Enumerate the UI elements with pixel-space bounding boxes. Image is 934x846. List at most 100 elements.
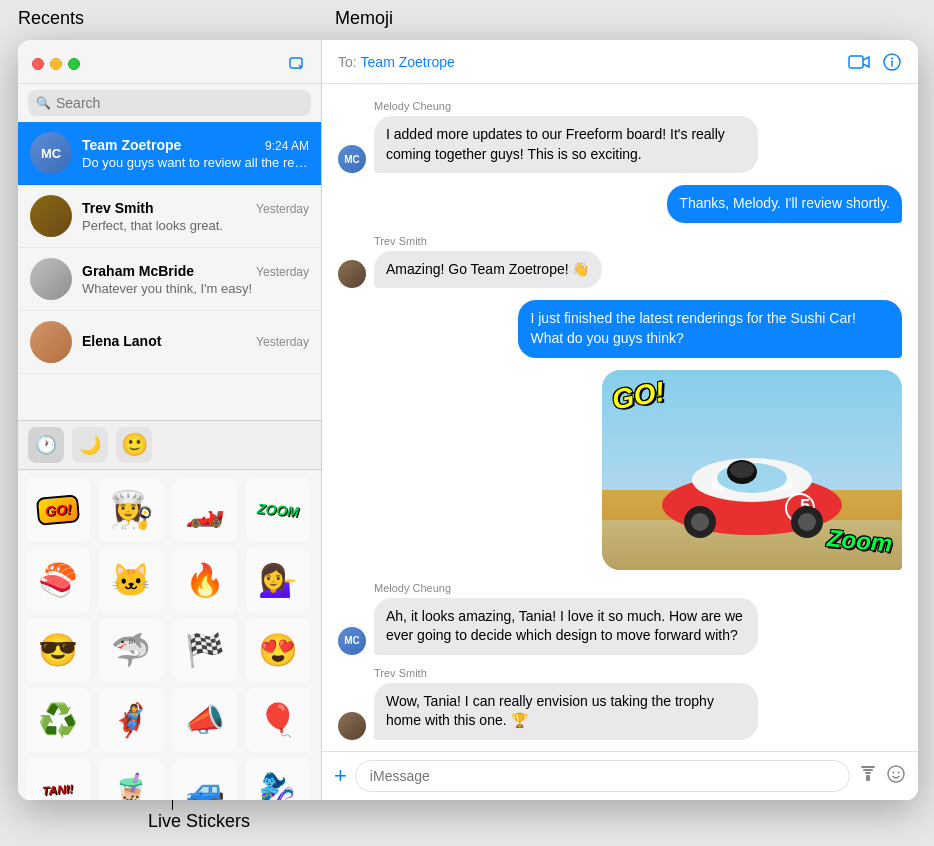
sticker-tab-moon[interactable]: 🌙: [72, 427, 108, 463]
sticker-tab-recents[interactable]: 🕐: [28, 427, 64, 463]
sender-name-trev2: Trev Smith: [374, 667, 902, 679]
sticker-memoji-genie[interactable]: 🧞‍♀️: [246, 758, 310, 800]
live-stickers-label: Live Stickers: [148, 811, 250, 832]
emoji-button[interactable]: [886, 764, 906, 789]
svg-rect-1: [849, 56, 863, 68]
message-row-outgoing: I just finished the latest renderings fo…: [338, 300, 902, 357]
sticker-memoji-hero[interactable]: 🦸‍♀️: [99, 688, 163, 752]
left-panel: 🔍 MC Team Zoetrope 9:24 AM Do you guys w…: [18, 40, 322, 800]
avatar-elena-lanot: [30, 321, 72, 363]
search-bar: 🔍: [18, 84, 321, 122]
svg-rect-17: [861, 766, 875, 768]
sticker-checkered-flag[interactable]: 🏁: [173, 618, 237, 682]
message-row: Wow, Tania! I can really envision us tak…: [338, 683, 902, 740]
sushi-car-image: 5 GO! Zoom: [602, 370, 902, 570]
conversation-item-trev-smith[interactable]: Trev Smith Yesterday Perfect, that looks…: [18, 185, 321, 248]
svg-rect-18: [863, 769, 873, 771]
app-window: 🔍 MC Team Zoetrope 9:24 AM Do you guys w…: [18, 40, 918, 800]
sticker-memoji-selfie[interactable]: 💁‍♀️: [246, 548, 310, 612]
sticker-memoji-1[interactable]: 👩‍🍳: [99, 478, 163, 542]
sticker-sunglasses[interactable]: 😎: [26, 618, 90, 682]
conversation-item-graham-mcbride[interactable]: Graham McBride Yesterday Whatever you th…: [18, 248, 321, 311]
sticker-boba[interactable]: 🧋: [99, 758, 163, 800]
avatar-team-zoetrope: MC: [30, 132, 72, 174]
conv-name: Team Zoetrope: [82, 137, 181, 153]
message-group-2: Thanks, Melody. I'll review shortly.: [338, 185, 902, 223]
audio-button[interactable]: [858, 764, 878, 789]
bubble-outgoing: Thanks, Melody. I'll review shortly.: [667, 185, 902, 223]
compose-button[interactable]: [285, 53, 307, 75]
add-attachment-button[interactable]: +: [334, 763, 347, 789]
conv-content: Team Zoetrope 9:24 AM Do you guys want t…: [82, 137, 309, 170]
sticker-zoom[interactable]: ZOOM: [246, 478, 310, 542]
sticker-tab-memoji[interactable]: 🙂: [116, 427, 152, 463]
svg-rect-19: [865, 772, 871, 774]
conv-time: Yesterday: [256, 202, 309, 216]
bubble-incoming: Wow, Tania! I can really envision us tak…: [374, 683, 758, 740]
message-avatar-ts: [338, 260, 366, 288]
message-avatar-mc: MC: [338, 145, 366, 173]
svg-point-21: [888, 766, 904, 782]
video-call-button[interactable]: [848, 54, 870, 70]
chat-title-bar: To: Team Zoetrope: [322, 40, 918, 84]
minimize-button[interactable]: [50, 58, 62, 70]
conv-name: Graham McBride: [82, 263, 194, 279]
conv-content: Elena Lanot Yesterday: [82, 333, 309, 351]
memoji-label: Memoji: [335, 8, 393, 29]
message-row: MC Ah, it looks amazing, Tania! I love i…: [338, 598, 902, 655]
message-row-image: 5 GO! Zoom: [338, 370, 902, 570]
sticker-race-car[interactable]: 🏎️: [173, 478, 237, 542]
svg-point-16: [798, 513, 816, 531]
svg-rect-20: [866, 775, 870, 781]
sticker-flame[interactable]: 🔥: [173, 548, 237, 612]
svg-point-23: [898, 771, 900, 773]
avatar-graham-mcbride: [30, 258, 72, 300]
sticker-foam-finger[interactable]: 📣: [173, 688, 237, 752]
right-panel: To: Team Zoetrope: [322, 40, 918, 800]
message-input[interactable]: [355, 760, 850, 792]
conversation-list: MC Team Zoetrope 9:24 AM Do you guys wan…: [18, 122, 321, 420]
conversation-item-elena-lanot[interactable]: Elena Lanot Yesterday: [18, 311, 321, 374]
conv-content: Graham McBride Yesterday Whatever you th…: [82, 263, 309, 296]
svg-point-22: [893, 771, 895, 773]
sticker-recycle[interactable]: ♻️: [26, 688, 90, 752]
sticker-balloon[interactable]: 🎈: [246, 688, 310, 752]
conv-time: Yesterday: [256, 335, 309, 349]
message-group-4: I just finished the latest renderings fo…: [338, 300, 902, 357]
close-button[interactable]: [32, 58, 44, 70]
sticker-cat[interactable]: 🐱: [99, 548, 163, 612]
sticker-tani[interactable]: TANI!: [26, 758, 90, 800]
message-row-outgoing: Thanks, Melody. I'll review shortly.: [338, 185, 902, 223]
bubble-incoming: I added more updates to our Freeform boa…: [374, 116, 758, 173]
message-row: Amazing! Go Team Zoetrope! 👋: [338, 251, 902, 289]
info-button[interactable]: [882, 52, 902, 72]
message-avatar-mc2: MC: [338, 627, 366, 655]
conv-preview: Whatever you think, I'm easy!: [82, 281, 309, 296]
search-input[interactable]: [28, 90, 311, 116]
to-name[interactable]: Team Zoetrope: [361, 54, 455, 70]
sticker-car[interactable]: 🚙: [173, 758, 237, 800]
message-avatar-ts2: [338, 712, 366, 740]
messages-area: Melody Cheung MC I added more updates to…: [322, 84, 918, 751]
zoom-sticker: Zoom: [826, 524, 894, 558]
conversation-item-team-zoetrope[interactable]: MC Team Zoetrope 9:24 AM Do you guys wan…: [18, 122, 321, 185]
sticker-sushi[interactable]: 🍣: [26, 548, 90, 612]
message-group-3: Trev Smith Amazing! Go Team Zoetrope! 👋: [338, 235, 902, 289]
sender-name: Melody Cheung: [374, 100, 902, 112]
sticker-shark[interactable]: 🦈: [99, 618, 163, 682]
chat-recipient: To: Team Zoetrope: [338, 54, 455, 70]
conv-content: Trev Smith Yesterday Perfect, that looks…: [82, 200, 309, 233]
sticker-go[interactable]: GO!: [26, 478, 90, 542]
sticker-heart-eyes[interactable]: 😍: [246, 618, 310, 682]
message-row: MC I added more updates to our Freeform …: [338, 116, 902, 173]
maximize-button[interactable]: [68, 58, 80, 70]
bubble-outgoing: I just finished the latest renderings fo…: [518, 300, 902, 357]
sender-name: Melody Cheung: [374, 582, 902, 594]
sender-name-trev: Trev Smith: [374, 235, 902, 247]
message-input-bar: +: [322, 751, 918, 800]
bubble-incoming: Ah, it looks amazing, Tania! I love it s…: [374, 598, 758, 655]
message-group-image: 5 GO! Zoom: [338, 370, 902, 570]
svg-point-4: [891, 57, 893, 59]
avatar-trev-smith: [30, 195, 72, 237]
svg-point-14: [691, 513, 709, 531]
